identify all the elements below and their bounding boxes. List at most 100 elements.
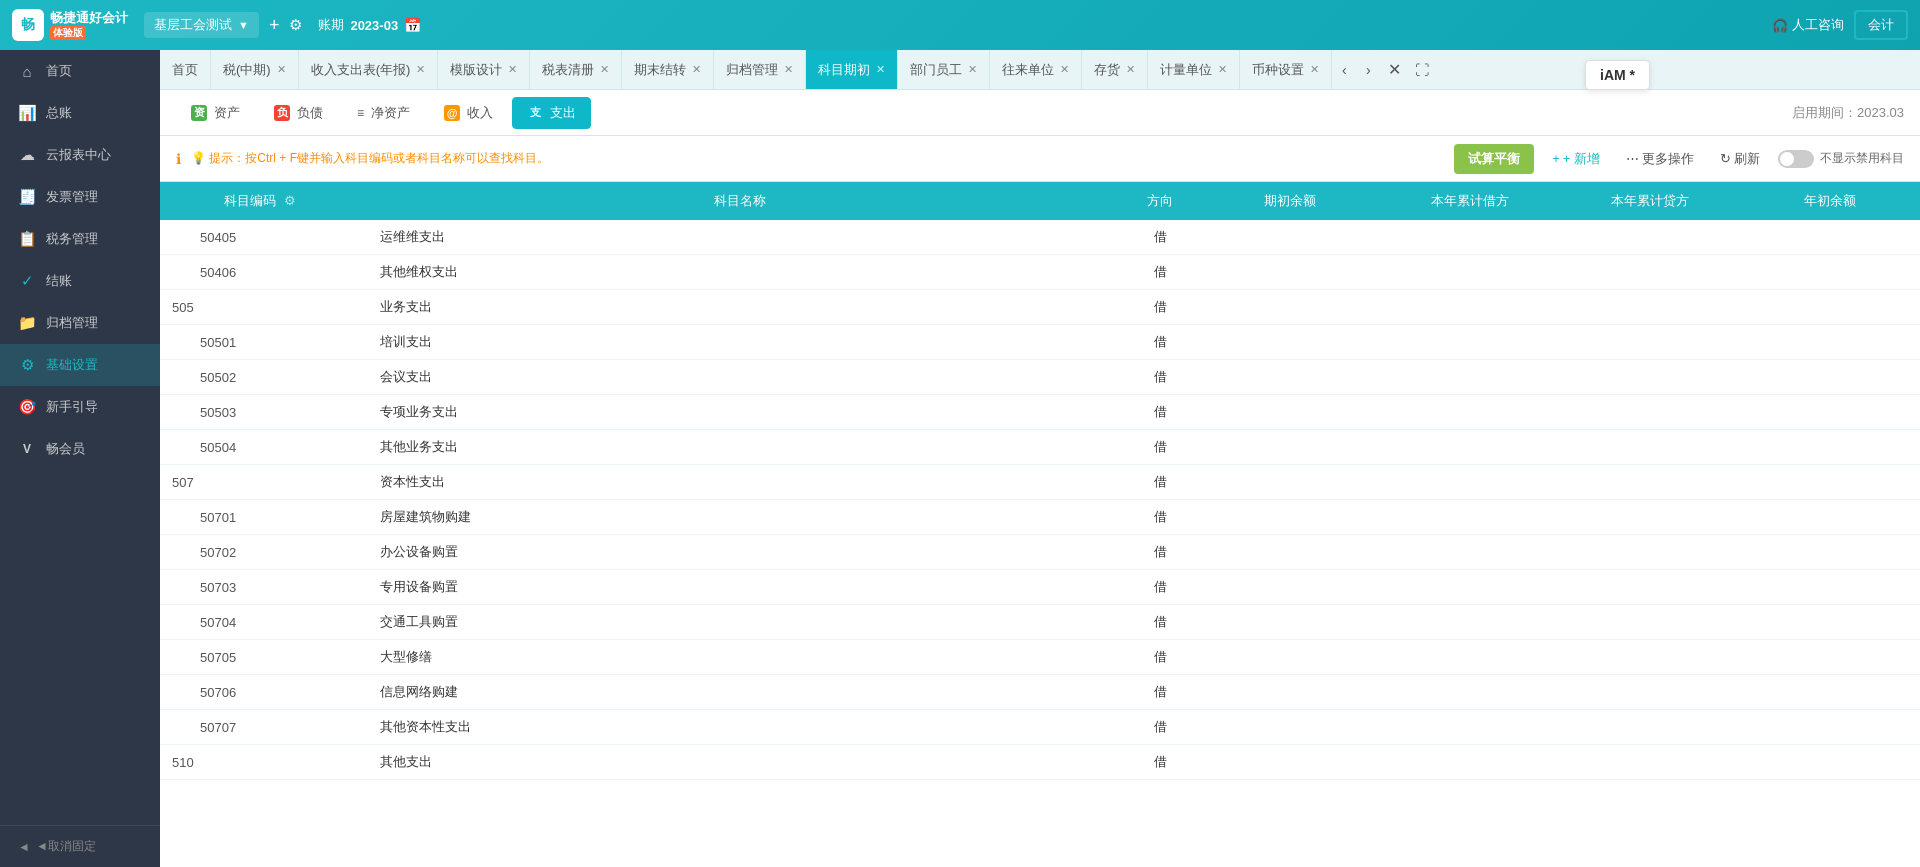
- table-row[interactable]: 50504 其他业务支出 借: [160, 430, 1920, 465]
- table-row[interactable]: 50701 房屋建筑物购建 借: [160, 500, 1920, 535]
- calculate-button[interactable]: 试算平衡: [1454, 144, 1534, 174]
- sub-tab-income[interactable]: @ 收入: [429, 97, 508, 129]
- tab-tax-list[interactable]: 税表清册 ✕: [530, 50, 622, 90]
- cell-balance: [1200, 675, 1380, 710]
- toggle-switch-control[interactable]: [1778, 150, 1814, 168]
- hint-text: 💡 提示：按Ctrl + F键并输入科目编码或者科目名称可以查找科目。: [191, 150, 1444, 167]
- tab-close-icon[interactable]: ✕: [416, 63, 425, 76]
- sub-tab-net-assets[interactable]: ≡ 净资产: [342, 97, 425, 129]
- cell-name: 其他维权支出: [360, 255, 1120, 290]
- sidebar-item-settings[interactable]: ⚙ 基础设置: [0, 344, 160, 386]
- table-row[interactable]: 50704 交通工具购置 借: [160, 605, 1920, 640]
- cell-debit: [1380, 290, 1560, 325]
- tab-close-icon[interactable]: ✕: [692, 63, 701, 76]
- tab-template[interactable]: 模版设计 ✕: [438, 50, 530, 90]
- table-row[interactable]: 50502 会议支出 借: [160, 360, 1920, 395]
- content-area: 首页 税(中期) ✕ 收入支出表(年报) ✕ 模版设计 ✕ 税表清册 ✕: [160, 50, 1920, 867]
- tab-unit[interactable]: 计量单位 ✕: [1148, 50, 1240, 90]
- cell-name: 交通工具购置: [360, 605, 1120, 640]
- table-row[interactable]: 510 其他支出 借: [160, 745, 1920, 780]
- tab-tax-mid[interactable]: 税(中期) ✕: [211, 50, 299, 90]
- tab-subject-initial[interactable]: 科目期初 ✕: [806, 50, 898, 90]
- cell-balance: [1200, 255, 1380, 290]
- sidebar-item-report-center[interactable]: ☁ 云报表中心: [0, 134, 160, 176]
- sidebar: ⌂ 首页 📊 总账 ☁ 云报表中心 🧾 发票管理 📋 税务管理 ✓ 结账: [0, 50, 160, 867]
- tab-close-icon[interactable]: ✕: [1310, 63, 1319, 76]
- tab-close-icon[interactable]: ✕: [600, 63, 609, 76]
- sidebar-item-guide[interactable]: 🎯 新手引导: [0, 386, 160, 428]
- tab-close-icon[interactable]: ✕: [277, 63, 286, 76]
- cell-code: 50705: [160, 640, 360, 675]
- table-row[interactable]: 50702 办公设备购置 借: [160, 535, 1920, 570]
- sidebar-item-checkout[interactable]: ✓ 结账: [0, 260, 160, 302]
- sidebar-item-tax[interactable]: 📋 税务管理: [0, 218, 160, 260]
- tab-close-icon[interactable]: ✕: [968, 63, 977, 76]
- cell-code: 510: [160, 745, 360, 780]
- account-button[interactable]: 会计: [1854, 10, 1908, 40]
- toggle-disabled-subjects[interactable]: 不显示禁用科目: [1778, 150, 1904, 168]
- col-header-balance: 期初余额: [1200, 182, 1380, 220]
- cell-name: 运维维支出: [360, 220, 1120, 255]
- tab-close-icon[interactable]: ✕: [876, 63, 885, 76]
- table-row[interactable]: 50501 培训支出 借: [160, 325, 1920, 360]
- cell-direction: 借: [1120, 535, 1200, 570]
- table-row[interactable]: 507 资本性支出 借: [160, 465, 1920, 500]
- sidebar-collapse-btn[interactable]: ◄ ◄取消固定: [0, 825, 160, 867]
- cloud-icon: ☁: [18, 146, 36, 164]
- tab-dept-staff[interactable]: 部门员工 ✕: [898, 50, 990, 90]
- tab-close-all-button[interactable]: ✕: [1380, 50, 1408, 90]
- tab-period-transfer[interactable]: 期末结转 ✕: [622, 50, 714, 90]
- tab-close-icon[interactable]: ✕: [1126, 63, 1135, 76]
- tab-close-icon[interactable]: ✕: [1060, 63, 1069, 76]
- column-settings-icon[interactable]: ⚙: [284, 193, 296, 208]
- cell-debit: [1380, 220, 1560, 255]
- tab-next-button[interactable]: ›: [1356, 50, 1380, 90]
- sidebar-item-archive[interactable]: 📁 归档管理: [0, 302, 160, 344]
- cell-direction: 借: [1120, 570, 1200, 605]
- tab-income-annual[interactable]: 收入支出表(年报) ✕: [299, 50, 439, 90]
- cell-year-balance: [1740, 255, 1920, 290]
- settings-icon[interactable]: ⚙: [289, 16, 302, 34]
- sub-tab-expense[interactable]: 支 支出: [512, 97, 591, 129]
- tab-close-icon[interactable]: ✕: [784, 63, 793, 76]
- cell-credit: [1560, 360, 1740, 395]
- table-row[interactable]: 50406 其他维权支出 借: [160, 255, 1920, 290]
- project-selector[interactable]: 基层工会测试 ▼: [144, 12, 259, 38]
- sub-tab-liability[interactable]: 负 负债: [259, 97, 338, 129]
- table-container[interactable]: 科目编码 ⚙ 科目名称 方向 期初余额 本年累计借方 本年累计贷方 年初余额: [160, 182, 1920, 867]
- table-row[interactable]: 50703 专用设备购置 借: [160, 570, 1920, 605]
- dropdown-arrow-icon: ▼: [238, 19, 249, 31]
- help-button[interactable]: 🎧 人工咨询: [1772, 16, 1844, 34]
- cell-debit: [1380, 745, 1560, 780]
- cell-credit: [1560, 220, 1740, 255]
- tab-prev-button[interactable]: ‹: [1332, 50, 1356, 90]
- tab-contacts[interactable]: 往来单位 ✕: [990, 50, 1082, 90]
- table-row[interactable]: 50707 其他资本性支出 借: [160, 710, 1920, 745]
- sidebar-item-member[interactable]: V 畅会员: [0, 428, 160, 470]
- table-row[interactable]: 50705 大型修缮 借: [160, 640, 1920, 675]
- sidebar-item-general-ledger[interactable]: 📊 总账: [0, 92, 160, 134]
- cell-year-balance: [1740, 745, 1920, 780]
- tab-archive[interactable]: 归档管理 ✕: [714, 50, 806, 90]
- sidebar-item-invoice[interactable]: 🧾 发票管理: [0, 176, 160, 218]
- add-project-icon[interactable]: +: [269, 15, 280, 36]
- tab-home[interactable]: 首页: [160, 50, 211, 90]
- more-actions-button[interactable]: ⋯ 更多操作: [1618, 144, 1702, 174]
- tab-expand-button[interactable]: ⛶: [1408, 50, 1436, 90]
- tab-currency[interactable]: 币种设置 ✕: [1240, 50, 1332, 90]
- cell-code: 50501: [160, 325, 360, 360]
- table-row[interactable]: 505 业务支出 借: [160, 290, 1920, 325]
- cell-credit: [1560, 710, 1740, 745]
- table-row[interactable]: 50706 信息网络购建 借: [160, 675, 1920, 710]
- tab-close-icon[interactable]: ✕: [508, 63, 517, 76]
- calendar-icon[interactable]: 📅: [404, 17, 421, 33]
- tab-inventory[interactable]: 存货 ✕: [1082, 50, 1148, 90]
- table-row[interactable]: 50503 专项业务支出 借: [160, 395, 1920, 430]
- add-button[interactable]: + + 新增: [1544, 144, 1608, 174]
- table-row[interactable]: 50405 运维维支出 借: [160, 220, 1920, 255]
- sidebar-item-home[interactable]: ⌂ 首页: [0, 50, 160, 92]
- tab-close-icon[interactable]: ✕: [1218, 63, 1227, 76]
- sub-tab-asset[interactable]: 资 资产: [176, 97, 255, 129]
- refresh-button[interactable]: ↻ 刷新: [1712, 144, 1768, 174]
- cell-credit: [1560, 255, 1740, 290]
